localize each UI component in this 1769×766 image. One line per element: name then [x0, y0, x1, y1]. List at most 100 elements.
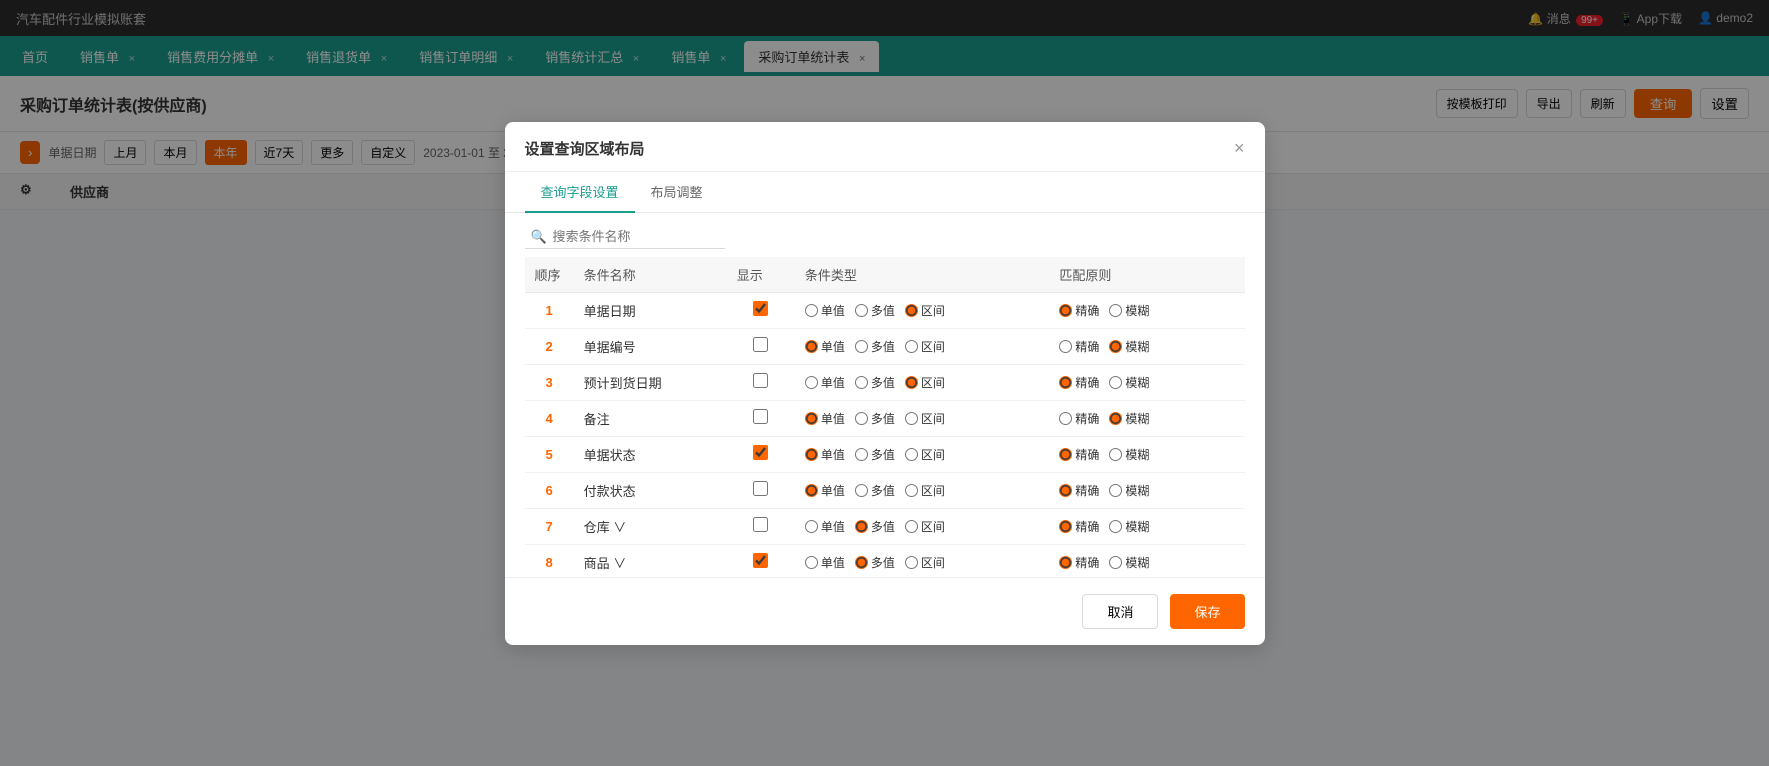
row-condition-name: 商品 ∨ [574, 544, 727, 577]
row-match-cell[interactable]: 精确模糊 [1049, 364, 1244, 400]
type-radio-type_multi[interactable] [855, 304, 868, 317]
show-checkbox[interactable] [753, 373, 768, 388]
row-match-cell[interactable]: 精确模糊 [1049, 292, 1244, 328]
row-order: 6 [525, 472, 574, 508]
type-radio-type_range[interactable] [905, 412, 918, 425]
type-radio-type_single[interactable] [805, 340, 818, 353]
row-show-cell[interactable] [727, 544, 795, 577]
show-checkbox[interactable] [753, 517, 768, 532]
row-type-cell[interactable]: 单值多值区间 [795, 400, 1050, 436]
modal-tabs: 查询字段设置 布局调整 [505, 172, 1265, 213]
match-radio-match_exact[interactable] [1059, 448, 1072, 461]
type-radio-type_single[interactable] [805, 304, 818, 317]
row-show-cell[interactable] [727, 400, 795, 436]
tab-layout-adjust[interactable]: 布局调整 [635, 172, 719, 213]
type-radio-type_single[interactable] [805, 520, 818, 533]
type-radio-type_range[interactable] [905, 304, 918, 317]
match-radio-match_exact[interactable] [1059, 520, 1072, 533]
save-button[interactable]: 保存 [1170, 594, 1244, 629]
row-show-cell[interactable] [727, 472, 795, 508]
type-radio-type_single[interactable] [805, 376, 818, 389]
row-match-cell[interactable]: 精确模糊 [1049, 328, 1244, 364]
show-checkbox[interactable] [753, 337, 768, 352]
match-radio-match_fuzzy[interactable] [1109, 376, 1122, 389]
type-radio-type_range[interactable] [905, 340, 918, 353]
type-radio-type_multi[interactable] [855, 340, 868, 353]
conditions-table: 顺序 条件名称 显示 条件类型 匹配原则 1单据日期单值多值区间精确模糊2单据编… [525, 257, 1245, 577]
show-checkbox[interactable] [753, 409, 768, 424]
match-radio-match_exact[interactable] [1059, 376, 1072, 389]
tab-query-fields[interactable]: 查询字段设置 [525, 172, 635, 213]
row-match-cell[interactable]: 精确模糊 [1049, 436, 1244, 472]
match-radio-match_fuzzy[interactable] [1109, 484, 1122, 497]
match-radio-match_exact[interactable] [1059, 340, 1072, 353]
row-show-cell[interactable] [727, 328, 795, 364]
row-condition-name: 预计到货日期 [574, 364, 727, 400]
match-radio-match_exact[interactable] [1059, 484, 1072, 497]
row-condition-name: 付款状态 [574, 472, 727, 508]
table-row: 8商品 ∨单值多值区间精确模糊 [525, 544, 1245, 577]
type-radio-type_multi[interactable] [855, 412, 868, 425]
match-radio-match_fuzzy[interactable] [1109, 304, 1122, 317]
row-type-cell[interactable]: 单值多值区间 [795, 328, 1050, 364]
table-row: 1单据日期单值多值区间精确模糊 [525, 292, 1245, 328]
type-radio-type_multi[interactable] [855, 484, 868, 497]
show-checkbox[interactable] [753, 481, 768, 496]
row-order: 1 [525, 292, 574, 328]
type-radio-type_range[interactable] [905, 448, 918, 461]
table-row: 5单据状态单值多值区间精确模糊 [525, 436, 1245, 472]
type-radio-type_range[interactable] [905, 556, 918, 569]
condition-search-input[interactable] [525, 225, 725, 249]
match-radio-match_fuzzy[interactable] [1109, 412, 1122, 425]
match-radio-match_exact[interactable] [1059, 412, 1072, 425]
match-radio-match_fuzzy[interactable] [1109, 340, 1122, 353]
type-radio-type_multi[interactable] [855, 556, 868, 569]
row-type-cell[interactable]: 单值多值区间 [795, 436, 1050, 472]
cancel-button[interactable]: 取消 [1082, 594, 1158, 629]
type-radio-type_multi[interactable] [855, 520, 868, 533]
settings-modal: 设置查询区域布局 × 查询字段设置 布局调整 🔍 顺序 条件名称 显示 [505, 122, 1265, 645]
row-type-cell[interactable]: 单值多值区间 [795, 544, 1050, 577]
row-show-cell[interactable] [727, 436, 795, 472]
type-radio-type_multi[interactable] [855, 376, 868, 389]
search-bar: 🔍 [505, 213, 1265, 257]
show-checkbox[interactable] [753, 301, 768, 316]
type-radio-type_range[interactable] [905, 484, 918, 497]
row-order: 2 [525, 328, 574, 364]
type-radio-type_range[interactable] [905, 376, 918, 389]
modal-close-button[interactable]: × [1234, 138, 1245, 159]
row-match-cell[interactable]: 精确模糊 [1049, 544, 1244, 577]
row-type-cell[interactable]: 单值多值区间 [795, 292, 1050, 328]
type-radio-type_range[interactable] [905, 520, 918, 533]
row-order: 7 [525, 508, 574, 544]
row-match-cell[interactable]: 精确模糊 [1049, 472, 1244, 508]
row-match-cell[interactable]: 精确模糊 [1049, 508, 1244, 544]
type-radio-type_single[interactable] [805, 412, 818, 425]
row-condition-name: 仓库 ∨ [574, 508, 727, 544]
match-radio-match_exact[interactable] [1059, 304, 1072, 317]
modal-footer: 取消 保存 [505, 577, 1265, 645]
modal-overlay: 设置查询区域布局 × 查询字段设置 布局调整 🔍 顺序 条件名称 显示 [0, 0, 1769, 766]
show-checkbox[interactable] [753, 553, 768, 568]
match-radio-match_fuzzy[interactable] [1109, 448, 1122, 461]
type-radio-type_single[interactable] [805, 448, 818, 461]
type-radio-type_single[interactable] [805, 556, 818, 569]
row-type-cell[interactable]: 单值多值区间 [795, 364, 1050, 400]
row-show-cell[interactable] [727, 508, 795, 544]
search-input-wrap: 🔍 [525, 225, 725, 249]
th-type: 条件类型 [795, 257, 1050, 293]
row-type-cell[interactable]: 单值多值区间 [795, 508, 1050, 544]
row-show-cell[interactable] [727, 292, 795, 328]
row-match-cell[interactable]: 精确模糊 [1049, 400, 1244, 436]
type-radio-type_single[interactable] [805, 484, 818, 497]
th-order: 顺序 [525, 257, 574, 293]
row-show-cell[interactable] [727, 364, 795, 400]
row-type-cell[interactable]: 单值多值区间 [795, 472, 1050, 508]
match-radio-match_exact[interactable] [1059, 556, 1072, 569]
th-name: 条件名称 [574, 257, 727, 293]
type-radio-type_multi[interactable] [855, 448, 868, 461]
match-radio-match_fuzzy[interactable] [1109, 520, 1122, 533]
show-checkbox[interactable] [753, 445, 768, 460]
row-condition-name: 单据编号 [574, 328, 727, 364]
match-radio-match_fuzzy[interactable] [1109, 556, 1122, 569]
